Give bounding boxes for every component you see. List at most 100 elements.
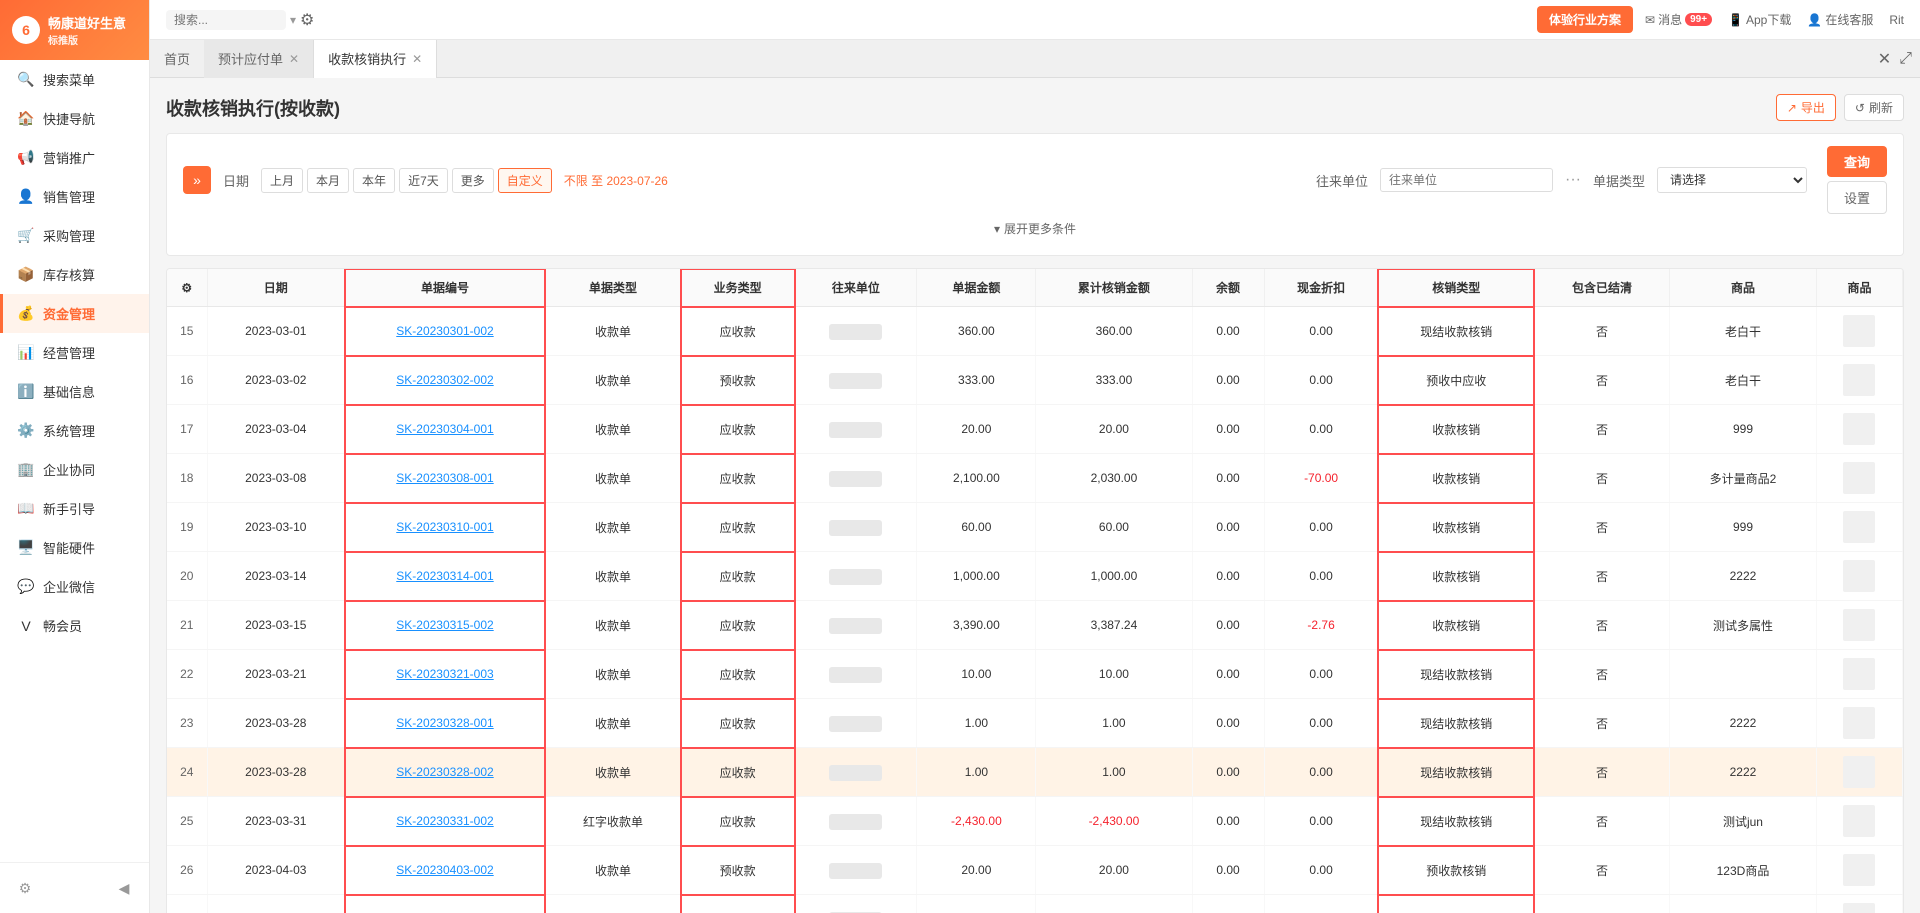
partner-dots[interactable]: ···: [1565, 171, 1581, 189]
cell-bill-no: SK-20230403-002: [345, 846, 546, 895]
cell-include-settled: 否: [1534, 503, 1669, 552]
receipt-type-select[interactable]: 请选择 收款单 红字收款单: [1657, 167, 1807, 193]
cell-date: 2023-04-03: [207, 846, 345, 895]
table-row: 22 2023-03-21 SK-20230321-003 收款单 应收款 10…: [167, 650, 1903, 699]
sidebar-item-label: 营销推广: [43, 148, 95, 167]
sidebar-item-inventory[interactable]: 📦 库存核算: [0, 255, 149, 294]
sidebar-item-operations[interactable]: 📊 经营管理: [0, 333, 149, 372]
bill-no-link[interactable]: SK-20230315-002: [396, 618, 493, 632]
dropdown-arrow-icon[interactable]: ▾: [290, 13, 296, 27]
refresh-label: 刷新: [1869, 99, 1893, 116]
tab-collection[interactable]: 收款核销执行 ✕: [314, 40, 437, 78]
cell-accum: -2,430.00: [1036, 797, 1192, 846]
cell-balance: 0.00: [1192, 405, 1264, 454]
cell-date: 2023-03-04: [207, 405, 345, 454]
maximize-icon[interactable]: ⤢: [1899, 50, 1912, 68]
cell-discount: 0.00: [1264, 895, 1378, 913]
filter-expand-btn[interactable]: »: [183, 166, 211, 194]
cell-bill-no: SK-20230308-001: [345, 454, 546, 503]
date-btn-more[interactable]: 更多: [452, 168, 494, 193]
bill-no-link[interactable]: SK-20230304-001: [396, 422, 493, 436]
col-settings[interactable]: ⚙: [167, 269, 207, 307]
sidebar-item-member[interactable]: V 畅会员: [0, 606, 149, 645]
tab-home[interactable]: 首页: [150, 40, 204, 78]
cell-accum: 1.00: [1036, 699, 1192, 748]
sidebar-item-label: 智能硬件: [43, 538, 95, 557]
date-btn-this-month[interactable]: 本月: [307, 168, 349, 193]
sidebar-item-label: 资金管理: [43, 304, 95, 323]
bill-no-link[interactable]: SK-20230302-002: [396, 373, 493, 387]
tab-prepay[interactable]: 预计应付单 ✕: [204, 40, 314, 78]
close-window-icon[interactable]: ✕: [1878, 49, 1891, 69]
app-download-btn[interactable]: 📱 App下载: [1728, 11, 1791, 28]
bill-no-link[interactable]: SK-20230314-001: [396, 569, 493, 583]
cell-no: 20: [167, 552, 207, 601]
setting-button[interactable]: 设置: [1827, 181, 1887, 214]
sidebar-item-system[interactable]: ⚙️ 系统管理: [0, 411, 149, 450]
bill-no-link[interactable]: SK-20230310-001: [396, 520, 493, 534]
collapse-icon[interactable]: ◀: [109, 873, 139, 903]
cell-partner: [795, 797, 917, 846]
cell-product2: [1816, 797, 1902, 846]
sidebar-item-finance[interactable]: 💰 资金管理: [0, 294, 149, 333]
date-btn-last-month[interactable]: 上月: [261, 168, 303, 193]
date-btn-this-year[interactable]: 本年: [353, 168, 395, 193]
col-bill-no: 单据编号: [345, 269, 546, 307]
sidebar-item-marketing[interactable]: 📢 营销推广: [0, 138, 149, 177]
bill-no-link[interactable]: SK-20230403-002: [396, 863, 493, 877]
tab-prepay-close-icon[interactable]: ✕: [289, 52, 299, 66]
online-service-btn[interactable]: 👤 在线客服: [1807, 11, 1873, 28]
date-label: 日期: [223, 171, 249, 190]
gear-icon[interactable]: ⚙: [300, 10, 314, 30]
industry-btn[interactable]: 体验行业方案: [1537, 6, 1633, 33]
table-row: 20 2023-03-14 SK-20230314-001 收款单 应收款 1,…: [167, 552, 1903, 601]
message-btn[interactable]: ✉ 消息 99+: [1645, 11, 1712, 28]
inventory-icon: 📦: [17, 266, 35, 283]
settings-bottom-icon[interactable]: ⚙: [10, 873, 40, 903]
sidebar-item-quick-nav[interactable]: 🏠 快捷导航: [0, 99, 149, 138]
sidebar-item-basic-info[interactable]: ℹ️ 基础信息: [0, 372, 149, 411]
cell-biz-type: 预收款: [681, 846, 795, 895]
sidebar-item-enterprise[interactable]: 🏢 企业协同: [0, 450, 149, 489]
query-button[interactable]: 查询: [1827, 146, 1887, 177]
settings-icon: ⚙: [181, 281, 192, 295]
cell-product1: 999: [1670, 405, 1817, 454]
cell-accum: 2,030.00: [1036, 454, 1192, 503]
cell-balance: 0.00: [1192, 454, 1264, 503]
tab-collection-close-icon[interactable]: ✕: [412, 52, 422, 66]
cell-partner: [795, 552, 917, 601]
cell-discount: 0.00: [1264, 552, 1378, 601]
marketing-icon: 📢: [17, 149, 35, 166]
col-balance: 余额: [1192, 269, 1264, 307]
sidebar-item-guide[interactable]: 📖 新手引导: [0, 489, 149, 528]
bill-no-link[interactable]: SK-20230301-002: [396, 324, 493, 338]
cell-include-settled: 否: [1534, 454, 1669, 503]
sidebar-item-search[interactable]: 🔍 搜索菜单: [0, 60, 149, 99]
bill-no-link[interactable]: SK-20230328-002: [396, 765, 493, 779]
cell-discount: 0.00: [1264, 405, 1378, 454]
expand-more-label: 展开更多条件: [1004, 220, 1076, 237]
cell-accum: 20.00: [1036, 846, 1192, 895]
bill-no-link[interactable]: SK-20230331-002: [396, 814, 493, 828]
cell-discount: 0.00: [1264, 650, 1378, 699]
sidebar-item-hardware[interactable]: 🖥️ 智能硬件: [0, 528, 149, 567]
partner-input[interactable]: [1380, 168, 1553, 192]
service-label: 在线客服: [1825, 11, 1873, 28]
date-btn-7days[interactable]: 近7天: [399, 168, 448, 193]
sidebar-item-sales[interactable]: 👤 销售管理: [0, 177, 149, 216]
user-name[interactable]: Rit: [1889, 13, 1904, 27]
date-btn-custom[interactable]: 自定义: [498, 168, 552, 193]
export-button[interactable]: ↗ 导出: [1776, 94, 1836, 121]
bill-no-link[interactable]: SK-20230321-003: [396, 667, 493, 681]
search-input[interactable]: [166, 10, 286, 30]
bill-no-link[interactable]: SK-20230308-001: [396, 471, 493, 485]
cell-amount: 3,390.00: [917, 601, 1036, 650]
col-date: 日期: [207, 269, 345, 307]
refresh-button[interactable]: ↺ 刷新: [1844, 94, 1904, 121]
bill-no-link[interactable]: SK-20230328-001: [396, 716, 493, 730]
sidebar-item-purchase[interactable]: 🛒 采购管理: [0, 216, 149, 255]
expand-more-btn[interactable]: ▾ 展开更多条件: [183, 214, 1887, 243]
sidebar-item-wechat[interactable]: 💬 企业微信: [0, 567, 149, 606]
cell-include-settled: 否: [1534, 650, 1669, 699]
cell-product2: [1816, 895, 1902, 913]
